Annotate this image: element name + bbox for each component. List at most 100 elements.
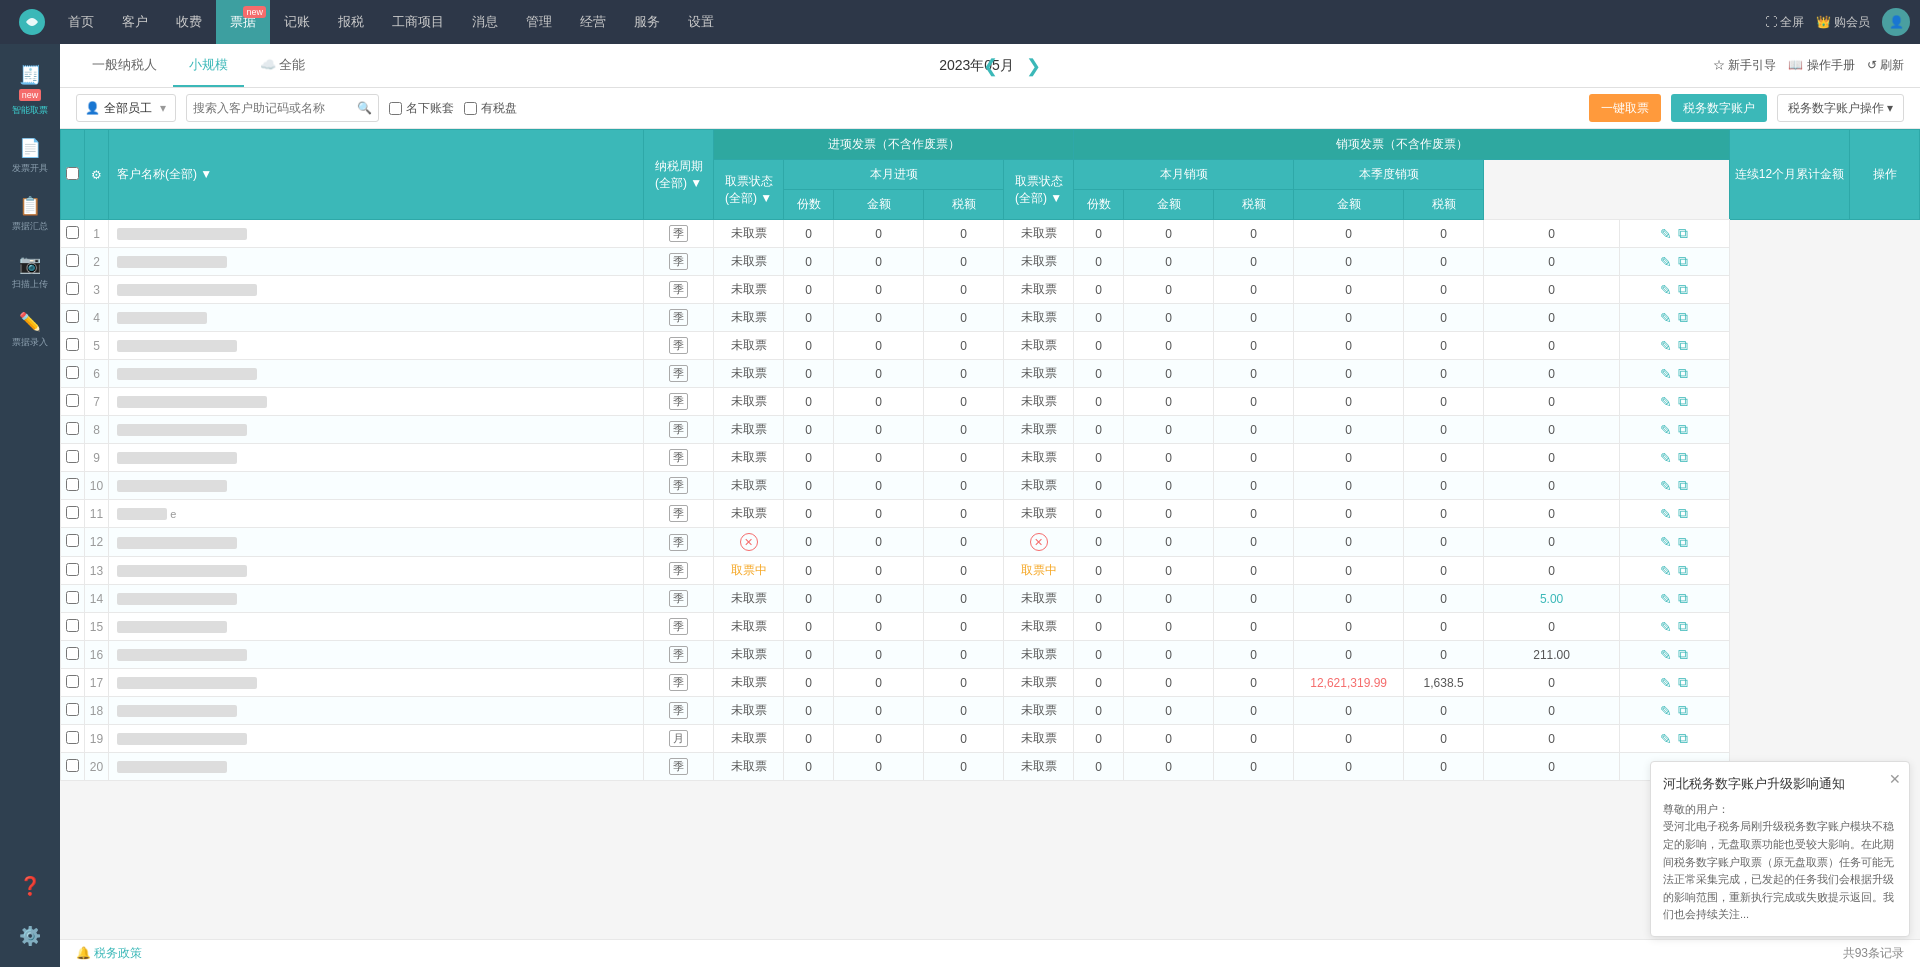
row-checkbox[interactable] (66, 731, 79, 744)
copy-icon[interactable]: ⧉ (1678, 730, 1688, 747)
row-in-status-cell[interactable]: 未取票 (714, 472, 784, 500)
row-out-status-cell[interactable]: 未取票 (1004, 248, 1074, 276)
row-checkbox[interactable] (66, 450, 79, 463)
copy-icon[interactable]: ⧉ (1678, 337, 1688, 354)
row-out-status-cell[interactable]: 未取票 (1004, 725, 1074, 753)
row-checkbox-cell[interactable] (61, 388, 85, 416)
new-user-guide-btn[interactable]: ☆ 新手引导 (1713, 57, 1776, 74)
nav-operation[interactable]: 经营 (566, 0, 620, 44)
digital-account-btn[interactable]: 税务数字账户 (1671, 94, 1767, 122)
row-name-cell[interactable] (109, 528, 644, 557)
row-name-cell[interactable] (109, 641, 644, 669)
row-in-status-cell[interactable]: 未取票 (714, 500, 784, 528)
taxpad-checkbox-label[interactable]: 有税盘 (464, 100, 517, 117)
copy-icon[interactable]: ⧉ (1678, 674, 1688, 691)
nav-service[interactable]: 服务 (620, 0, 674, 44)
row-checkbox-cell[interactable] (61, 332, 85, 360)
row-in-status-cell[interactable]: 未取票 (714, 697, 784, 725)
row-checkbox-cell[interactable] (61, 528, 85, 557)
sidebar-item-help[interactable]: ❓ (19, 865, 41, 907)
employee-select[interactable]: 👤 全部员工 ▾ (76, 94, 176, 122)
row-name-cell[interactable] (109, 557, 644, 585)
edit-icon[interactable]: ✎ (1660, 619, 1672, 635)
copy-icon[interactable]: ⧉ (1678, 534, 1688, 551)
select-all-checkbox[interactable] (66, 167, 79, 180)
taxpad-checkbox[interactable] (464, 102, 477, 115)
edit-icon[interactable]: ✎ (1660, 591, 1672, 607)
logo[interactable] (10, 8, 54, 36)
row-name-cell[interactable] (109, 613, 644, 641)
edit-icon[interactable]: ✎ (1660, 450, 1672, 466)
edit-icon[interactable]: ✎ (1660, 338, 1672, 354)
row-checkbox[interactable] (66, 310, 79, 323)
digital-account-action-btn[interactable]: 税务数字账户操作 ▾ (1777, 94, 1904, 122)
row-checkbox-cell[interactable] (61, 557, 85, 585)
row-checkbox[interactable] (66, 254, 79, 267)
edit-icon[interactable]: ✎ (1660, 534, 1672, 550)
edit-icon[interactable]: ✎ (1660, 478, 1672, 494)
row-checkbox-cell[interactable] (61, 669, 85, 697)
row-checkbox[interactable] (66, 703, 79, 716)
edit-icon[interactable]: ✎ (1660, 703, 1672, 719)
row-name-cell[interactable] (109, 248, 644, 276)
edit-icon[interactable]: ✎ (1660, 563, 1672, 579)
row-name-cell[interactable] (109, 416, 644, 444)
row-in-status-cell[interactable]: ✕ (714, 528, 784, 557)
nav-home[interactable]: 首页 (54, 0, 108, 44)
row-checkbox-cell[interactable] (61, 472, 85, 500)
row-in-status-cell[interactable]: 未取票 (714, 248, 784, 276)
row-in-status-cell[interactable]: 未取票 (714, 276, 784, 304)
edit-icon[interactable]: ✎ (1660, 282, 1672, 298)
row-name-cell[interactable] (109, 472, 644, 500)
tab-general-taxpayer[interactable]: 一般纳税人 (76, 45, 173, 87)
nav-settings[interactable]: 设置 (674, 0, 728, 44)
sidebar-item-settings-bottom[interactable]: ⚙️ (19, 915, 41, 957)
tab-small-scale[interactable]: 小规模 (173, 45, 244, 87)
row-in-status-cell[interactable]: 未取票 (714, 304, 784, 332)
row-name-cell[interactable] (109, 697, 644, 725)
search-icon[interactable]: 🔍 (357, 101, 372, 115)
th-client-name[interactable]: 客户名称(全部) ▼ (109, 130, 644, 220)
edit-icon[interactable]: ✎ (1660, 647, 1672, 663)
period-prev-btn[interactable]: ❮ (983, 55, 998, 77)
row-checkbox-cell[interactable] (61, 613, 85, 641)
copy-icon[interactable]: ⧉ (1678, 646, 1688, 663)
row-out-status-cell[interactable]: 未取票 (1004, 613, 1074, 641)
row-in-status-cell[interactable]: 未取票 (714, 220, 784, 248)
row-out-status-cell[interactable]: 未取票 (1004, 753, 1074, 781)
copy-icon[interactable]: ⧉ (1678, 365, 1688, 382)
sidebar-item-summary[interactable]: 📋 票据汇总 (0, 185, 60, 243)
row-checkbox-cell[interactable] (61, 500, 85, 528)
copy-icon[interactable]: ⧉ (1678, 618, 1688, 635)
one-click-ticket-btn[interactable]: 一键取票 (1589, 94, 1661, 122)
row-in-status-cell[interactable]: 未取票 (714, 725, 784, 753)
row-checkbox[interactable] (66, 282, 79, 295)
row-out-status-cell[interactable]: 未取票 (1004, 388, 1074, 416)
nav-manage[interactable]: 管理 (512, 0, 566, 44)
row-out-status-cell[interactable]: 未取票 (1004, 585, 1074, 613)
copy-icon[interactable]: ⧉ (1678, 449, 1688, 466)
row-in-status-cell[interactable]: 未取票 (714, 585, 784, 613)
row-out-status-cell[interactable]: 未取票 (1004, 276, 1074, 304)
row-in-status-cell[interactable]: 未取票 (714, 388, 784, 416)
row-out-status-cell[interactable]: 未取票 (1004, 669, 1074, 697)
row-checkbox-cell[interactable] (61, 276, 85, 304)
edit-icon[interactable]: ✎ (1660, 366, 1672, 382)
copy-icon[interactable]: ⧉ (1678, 505, 1688, 522)
row-out-status-cell[interactable]: 未取票 (1004, 641, 1074, 669)
row-checkbox-cell[interactable] (61, 248, 85, 276)
row-checkbox[interactable] (66, 591, 79, 604)
row-checkbox-cell[interactable] (61, 753, 85, 781)
row-in-status-cell[interactable]: 未取票 (714, 641, 784, 669)
row-in-status-cell[interactable]: 未取票 (714, 332, 784, 360)
row-checkbox[interactable] (66, 619, 79, 632)
copy-icon[interactable]: ⧉ (1678, 281, 1688, 298)
copy-icon[interactable]: ⧉ (1678, 421, 1688, 438)
row-out-status-cell[interactable]: 未取票 (1004, 360, 1074, 388)
row-checkbox-cell[interactable] (61, 444, 85, 472)
row-name-cell[interactable] (109, 585, 644, 613)
edit-icon[interactable]: ✎ (1660, 506, 1672, 522)
manual-btn[interactable]: 📖 操作手册 (1788, 57, 1854, 74)
fullscreen-btn[interactable]: ⛶ 全屏 (1765, 14, 1804, 31)
row-in-status-cell[interactable]: 未取票 (714, 360, 784, 388)
